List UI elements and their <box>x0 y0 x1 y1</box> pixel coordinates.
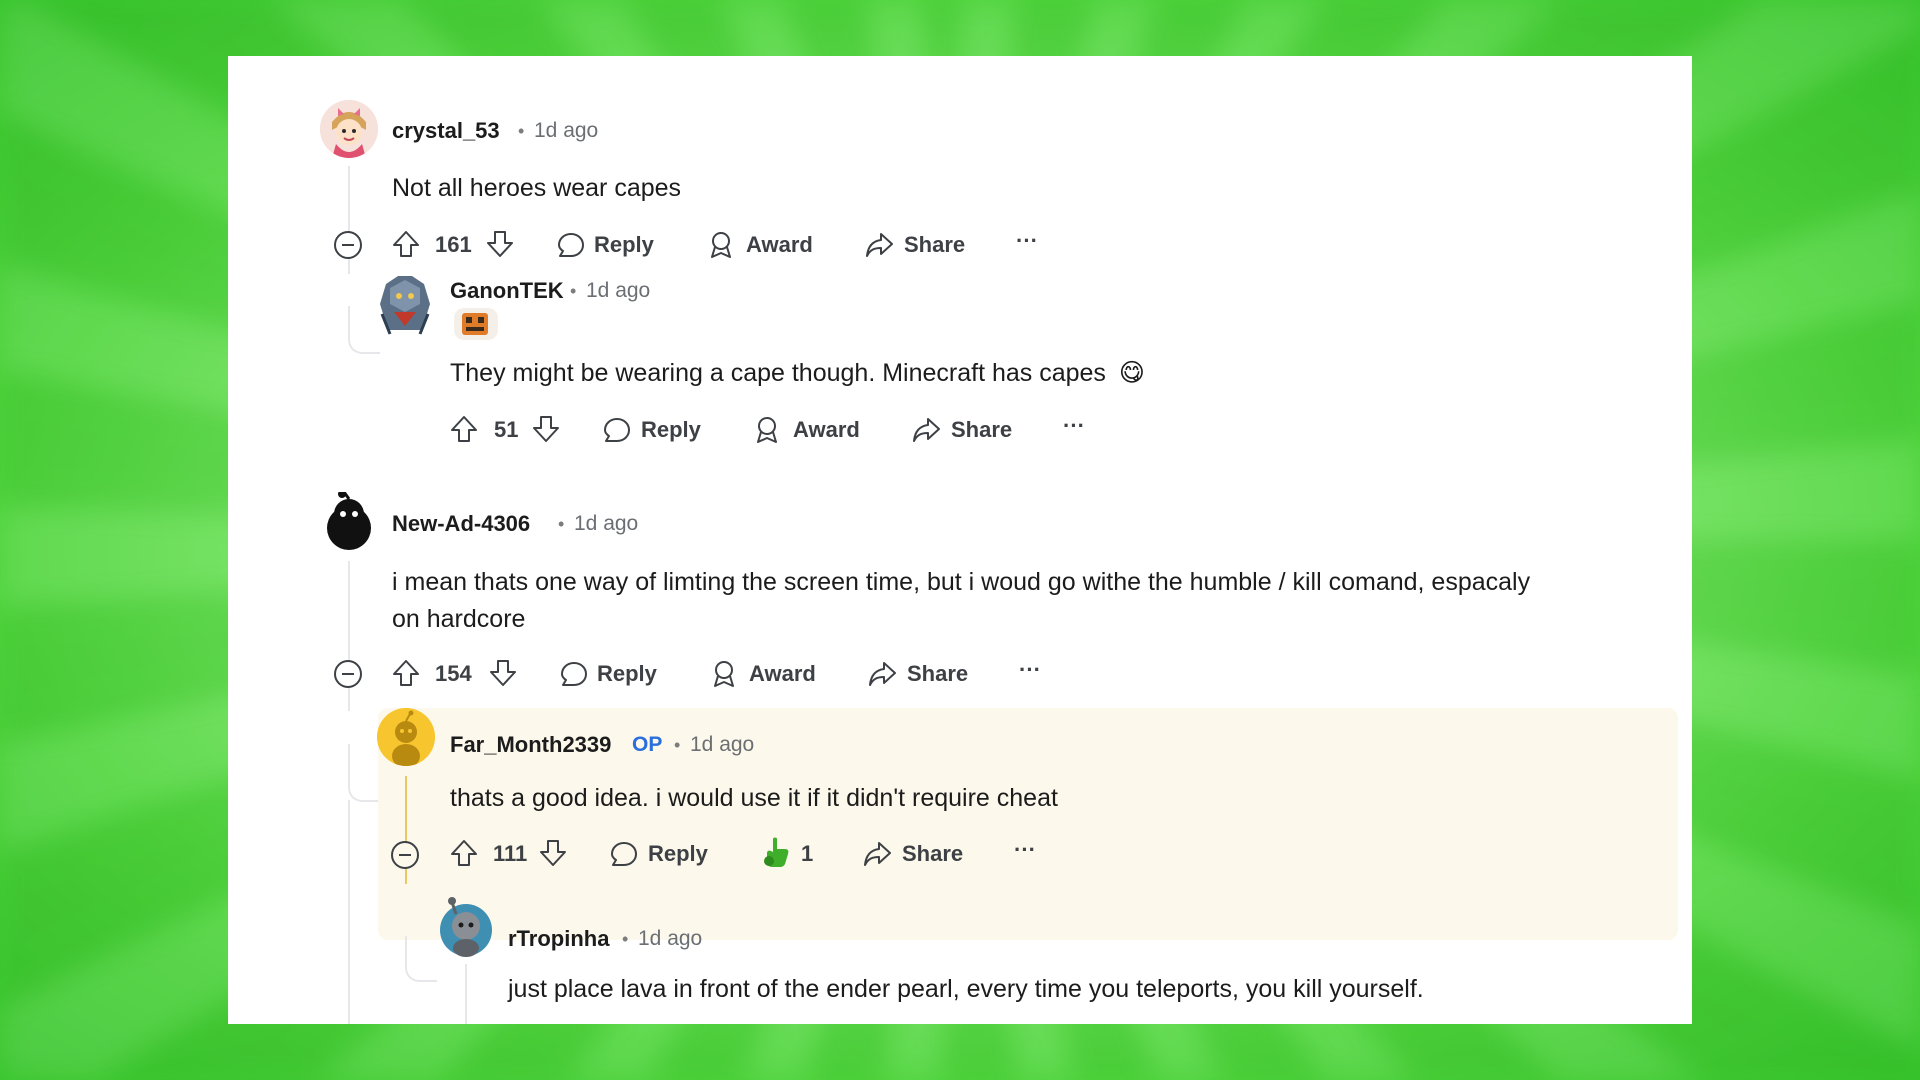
username[interactable]: GanonTEK <box>450 278 564 304</box>
collapse-thread-button[interactable] <box>332 658 364 695</box>
award-button[interactable]: Award <box>749 661 816 687</box>
avatar[interactable] <box>376 274 434 335</box>
collapse-icon <box>334 231 362 259</box>
username[interactable]: crystal_53 <box>392 118 500 144</box>
reply-button[interactable]: Reply <box>594 232 654 258</box>
reply-icon <box>559 659 589 694</box>
separator-dot: • <box>674 735 681 755</box>
share-button[interactable]: Share <box>902 841 963 867</box>
emoji: 😋 <box>1118 359 1145 387</box>
username[interactable]: New-Ad-4306 <box>392 511 530 537</box>
reply-button[interactable]: Reply <box>641 417 701 443</box>
downvote-button[interactable] <box>538 838 568 873</box>
comment-text-line: on hardcore <box>392 605 526 633</box>
share-icon <box>867 659 897 694</box>
upvote-arrow-icon <box>393 231 419 257</box>
vote-count: 51 <box>494 417 519 442</box>
reply-button[interactable]: Reply <box>648 841 708 867</box>
upvote-button[interactable] <box>391 229 421 264</box>
comment-text: i mean thats one way of limting the scre… <box>392 564 1632 638</box>
timestamp[interactable]: 1d ago <box>534 119 598 143</box>
reply-button[interactable]: Reply <box>597 661 657 687</box>
thread-connector-3 <box>348 744 380 802</box>
reply-icon <box>556 230 586 265</box>
share-icon <box>911 415 941 450</box>
timestamp[interactable]: 1d ago <box>690 733 754 757</box>
vote-count: 154 <box>435 661 472 686</box>
comment-text-line: i mean thats one way of limting the scre… <box>392 568 1531 596</box>
upvote-arrow-icon <box>451 416 477 442</box>
collapse-thread-button[interactable] <box>332 229 364 266</box>
comment-text: thats a good idea. i would use it if it … <box>450 784 1058 812</box>
thread-line-5 <box>465 964 467 1024</box>
award-count: 1 <box>801 841 814 866</box>
upvote-arrow-icon <box>393 660 419 686</box>
helpful-award-icon <box>764 837 789 867</box>
upvote-button[interactable] <box>449 838 479 873</box>
collapse-icon <box>391 841 419 869</box>
downvote-arrow-icon <box>487 231 513 257</box>
share-button[interactable]: Share <box>907 661 968 687</box>
separator-dot: • <box>518 121 525 141</box>
timestamp[interactable]: 1d ago <box>574 512 638 536</box>
more-options-button[interactable]: ··· <box>1016 228 1038 254</box>
downvote-button[interactable] <box>488 658 518 693</box>
reply-icon <box>609 839 639 874</box>
comment-text: just place lava in front of the ender pe… <box>508 975 1424 1003</box>
comment-text-content: They might be wearing a cape though. Min… <box>450 359 1106 387</box>
comment-text: They might be wearing a cape though. Min… <box>450 355 1145 392</box>
share-icon <box>864 230 894 265</box>
downvote-button[interactable] <box>531 414 561 449</box>
upvote-button[interactable] <box>391 658 421 693</box>
thread-line-3-continue <box>348 800 350 1024</box>
award-icon <box>706 229 736 264</box>
award-button[interactable]: Award <box>793 417 860 443</box>
separator-dot: • <box>558 514 565 534</box>
downvote-button[interactable] <box>485 229 515 264</box>
upvote-button[interactable] <box>449 414 479 449</box>
avatar[interactable] <box>377 708 435 766</box>
collapse-icon <box>334 660 362 688</box>
share-icon <box>862 839 892 874</box>
thread-connector-4 <box>405 936 437 982</box>
award-button[interactable] <box>761 835 793 874</box>
vote-count: 161 <box>435 232 472 257</box>
user-flair-badge <box>454 308 498 345</box>
comment-text: Not all heroes wear capes <box>392 174 682 202</box>
vote-count: 111 <box>493 841 528 866</box>
more-options-button[interactable]: ··· <box>1014 837 1036 863</box>
timestamp[interactable]: 1d ago <box>586 279 650 303</box>
timestamp[interactable]: 1d ago <box>638 927 702 951</box>
downvote-arrow-icon <box>490 660 516 686</box>
more-options-button[interactable]: ··· <box>1019 657 1041 683</box>
comments-card: crystal_53 • 1d ago Not all heroes wear … <box>228 56 1692 1024</box>
avatar[interactable] <box>320 100 378 158</box>
avatar[interactable] <box>320 490 378 550</box>
downvote-arrow-icon <box>533 416 559 442</box>
downvote-arrow-icon <box>540 840 566 866</box>
username[interactable]: Far_Month2339 <box>450 732 611 758</box>
award-icon <box>752 414 782 449</box>
avatar[interactable] <box>438 896 496 957</box>
reply-icon <box>602 415 632 450</box>
award-icon <box>709 658 739 693</box>
username[interactable]: rTropinha <box>508 926 609 952</box>
op-badge: OP <box>632 733 663 756</box>
share-button[interactable]: Share <box>904 232 965 258</box>
upvote-arrow-icon <box>451 840 477 866</box>
share-button[interactable]: Share <box>951 417 1012 443</box>
separator-dot: • <box>622 929 629 949</box>
more-options-button[interactable]: ··· <box>1063 413 1085 439</box>
separator-dot: • <box>570 281 577 301</box>
award-button[interactable]: Award <box>746 232 813 258</box>
collapse-thread-button[interactable] <box>389 839 421 876</box>
